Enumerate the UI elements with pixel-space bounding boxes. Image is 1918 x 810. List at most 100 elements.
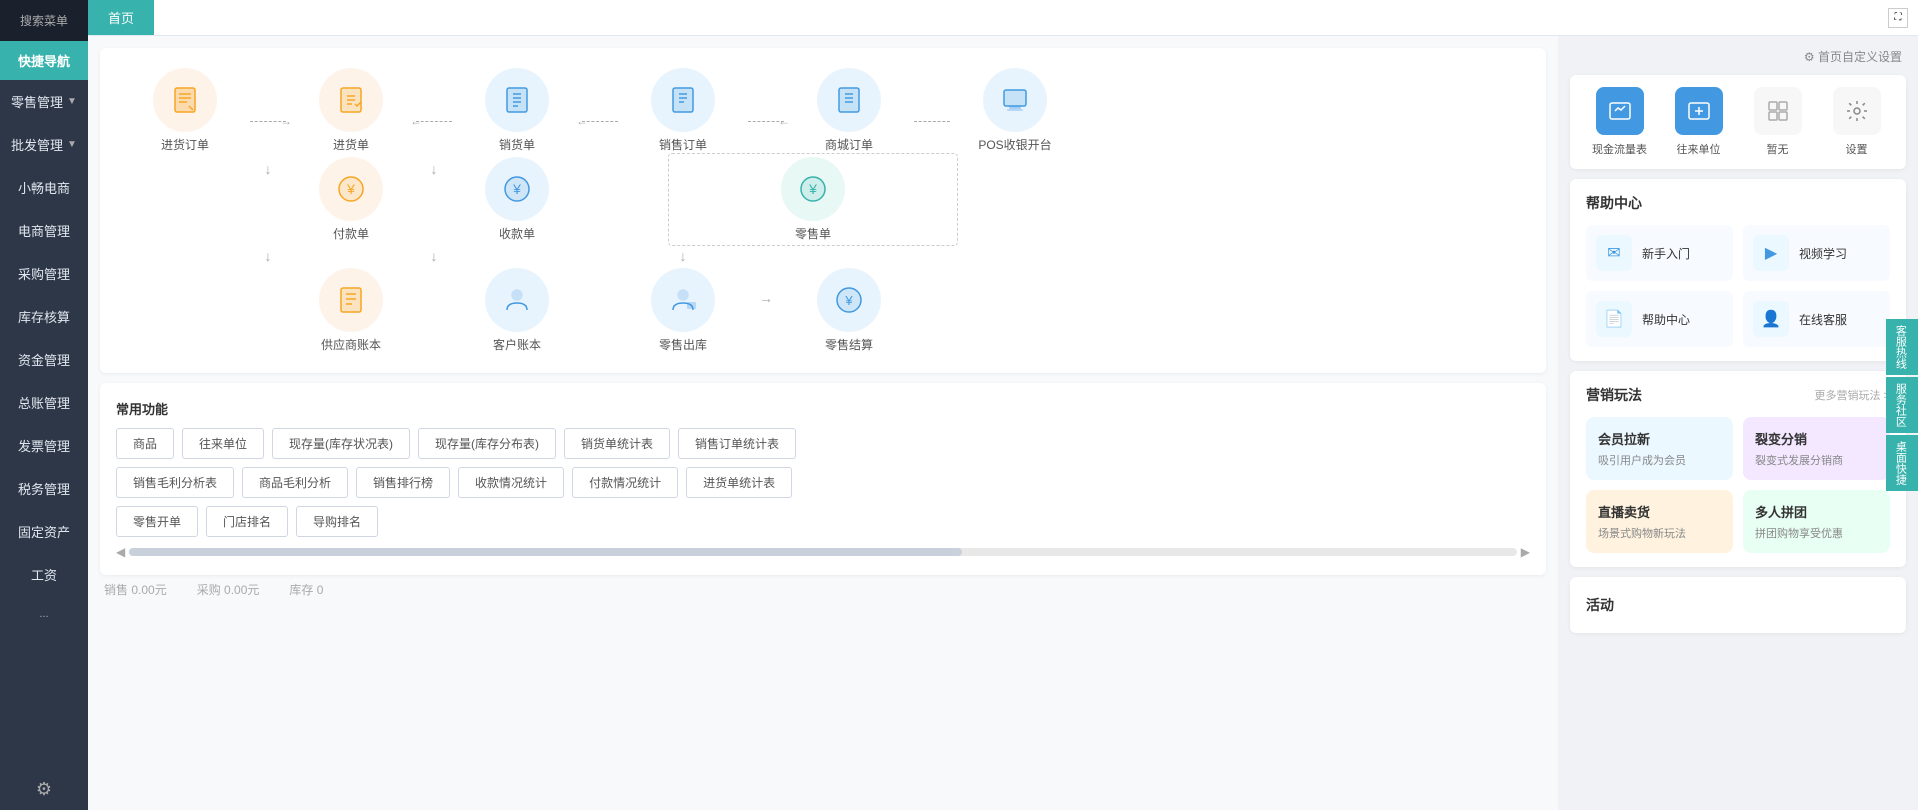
sidebar-item-tax[interactable]: 税务管理 xyxy=(0,467,88,510)
func-btn-order-stat[interactable]: 销售订单统计表 xyxy=(678,428,796,459)
help-label-service: 在线客服 xyxy=(1799,311,1847,328)
scroll-left-arrow[interactable]: ◀ xyxy=(116,545,125,559)
node-icon-supplier-book xyxy=(319,268,383,332)
help-item-beginner[interactable]: ✉ 新手入门 xyxy=(1586,225,1733,281)
flow-node-retail-settle[interactable]: ¥ 零售结算 xyxy=(784,268,914,353)
stat-sales: 销售 0.00元 xyxy=(104,581,167,598)
sidebar-item-more[interactable]: ... xyxy=(0,596,88,632)
sidebar-search[interactable]: 搜索菜单 xyxy=(0,0,88,41)
marketing-item-member[interactable]: 会员拉新 吸引用户成为会员 xyxy=(1586,417,1733,480)
node-label-purchase-slip: 进货单 xyxy=(333,136,369,153)
sidebar-item-purchase[interactable]: 采购管理 xyxy=(0,252,88,295)
help-item-video[interactable]: ▶ 视频学习 xyxy=(1743,225,1890,281)
flow-node-retail-out[interactable]: 零售出库 xyxy=(618,268,748,353)
flow-node-retail-slip[interactable]: ¥ 零售单 xyxy=(748,157,878,242)
flow-node-payment[interactable]: ¥ 付款单 xyxy=(286,157,416,242)
flow-node-purchase-order[interactable]: 进货订单 xyxy=(120,68,250,153)
help-icon-help: 📄 xyxy=(1596,301,1632,337)
marketing-item-fission-title: 裂变分销 xyxy=(1755,429,1878,448)
func-btn-units[interactable]: 往来单位 xyxy=(182,428,264,459)
node-icon-receipt: ¥ xyxy=(485,157,549,221)
func-btn-purchase-stat[interactable]: 进货单统计表 xyxy=(686,467,792,498)
flow-node-pos[interactable]: POS收银开台 xyxy=(950,68,1080,153)
help-item-service[interactable]: 👤 在线客服 xyxy=(1743,291,1890,347)
quick-icon-cashflow[interactable]: 现金流量表 xyxy=(1586,87,1653,157)
node-label-payment: 付款单 xyxy=(333,225,369,242)
marketing-more-link[interactable]: 更多营销玩法 > xyxy=(1815,387,1890,403)
left-panel: 进货订单 → xyxy=(88,36,1558,810)
marketing-item-fission-sub: 裂变式发展分销商 xyxy=(1755,452,1878,468)
quick-icon-settings[interactable]: 设置 xyxy=(1823,87,1890,157)
func-btn-sales-stat[interactable]: 销货单统计表 xyxy=(564,428,670,459)
flow-node-receipt[interactable]: ¥ 收款单 xyxy=(452,157,582,242)
sidebar-quicknav[interactable]: 快捷导航 xyxy=(0,41,88,80)
bottom-stats: 销售 0.00元 采购 0.00元 库存 0 xyxy=(100,575,1546,604)
func-btn-goods[interactable]: 商品 xyxy=(116,428,174,459)
func-btn-sales-rank[interactable]: 销售排行榜 xyxy=(356,467,450,498)
scroll-right-arrow[interactable]: ▶ xyxy=(1521,545,1530,559)
quick-icon-none[interactable]: 暂无 xyxy=(1744,87,1811,157)
cashflow-icon-box xyxy=(1596,87,1644,135)
common-func-title: 常用功能 xyxy=(116,399,1530,418)
quick-icon-partners[interactable]: 往来单位 xyxy=(1665,87,1732,157)
help-item-help[interactable]: 📄 帮助中心 xyxy=(1586,291,1733,347)
sidebar-item-finance[interactable]: 资金管理 xyxy=(0,338,88,381)
help-icon-beginner: ✉ xyxy=(1596,235,1632,271)
none-icon-box xyxy=(1754,87,1802,135)
func-btn-stock2[interactable]: 现存量(库存分布表) xyxy=(418,428,556,459)
help-label-help: 帮助中心 xyxy=(1642,311,1690,328)
node-label-mall-order: 商城订单 xyxy=(825,136,873,153)
flow-node-sales-slip[interactable]: 销货单 xyxy=(452,68,582,153)
scroll-bar[interactable] xyxy=(129,548,1517,556)
sidebar-item-ecom1[interactable]: 小畅电商 xyxy=(0,166,88,209)
help-icon-video: ▶ xyxy=(1753,235,1789,271)
flow-node-sales-order[interactable]: 销售订单 xyxy=(618,68,748,153)
marketing-item-group[interactable]: 多人拼团 拼团购物享受优惠 xyxy=(1743,490,1890,553)
sidebar-item-wholesale[interactable]: 批发管理 ▼ xyxy=(0,123,88,166)
marketing-grid: 会员拉新 吸引用户成为会员 裂变分销 裂变式发展分销商 直播卖货 场景式购物新玩… xyxy=(1586,417,1890,553)
marketing-item-group-title: 多人拼团 xyxy=(1755,502,1878,521)
func-btn-goods-gross[interactable]: 商品毛利分析 xyxy=(242,467,348,498)
func-btn-payment-stat[interactable]: 付款情况统计 xyxy=(572,467,678,498)
node-label-sales-order: 销售订单 xyxy=(659,136,707,153)
arrow-4-3: ← xyxy=(582,99,618,122)
func-btn-stock1[interactable]: 现存量(库存状况表) xyxy=(272,428,410,459)
svg-text:¥: ¥ xyxy=(512,181,521,197)
sidebar-item-ecom2[interactable]: 电商管理 xyxy=(0,209,88,252)
sidebar-item-retail[interactable]: 零售管理 ▼ xyxy=(0,80,88,123)
flow-node-supplier-book[interactable]: 供应商账本 xyxy=(286,268,416,353)
func-btn-guide-rank[interactable]: 导购排名 xyxy=(296,506,378,537)
sidebar-settings-button[interactable]: ⚙ xyxy=(0,769,88,810)
main-area: 首页 ⛶ xyxy=(88,0,1918,810)
quick-icon-cashflow-label: 现金流量表 xyxy=(1592,141,1647,157)
flow-node-customer-book[interactable]: 客户账本 xyxy=(452,268,582,353)
svg-text:¥: ¥ xyxy=(346,181,355,197)
func-btn-store-rank[interactable]: 门店排名 xyxy=(206,506,288,537)
sidebar-item-assets[interactable]: 固定资产 xyxy=(0,510,88,553)
home-customize-btn[interactable]: 首页自定义设置 xyxy=(1570,48,1906,65)
flow-node-mall-order[interactable]: 商城订单 xyxy=(784,68,914,153)
func-btn-gross[interactable]: 销售毛利分析表 xyxy=(116,467,234,498)
help-label-video: 视频学习 xyxy=(1799,245,1847,262)
marketing-item-fission[interactable]: 裂变分销 裂变式发展分销商 xyxy=(1743,417,1890,480)
settings-icon-box xyxy=(1833,87,1881,135)
tab-home[interactable]: 首页 xyxy=(88,0,154,35)
flow-card: 进货订单 → xyxy=(100,48,1546,373)
sidebar-item-inventory[interactable]: 库存核算 xyxy=(0,295,88,338)
sidebar-item-salary[interactable]: 工资 xyxy=(0,553,88,596)
float-btn-desktop[interactable]: 桌面快捷 xyxy=(1886,435,1918,491)
marketing-item-live-sub: 场景式购物新玩法 xyxy=(1598,525,1721,541)
func-btn-receipt-stat[interactable]: 收款情况统计 xyxy=(458,467,564,498)
flow-node-purchase-slip[interactable]: 进货单 xyxy=(286,68,416,153)
marketing-card: 营销玩法 更多营销玩法 > 会员拉新 吸引用户成为会员 裂变分销 裂变式发展分销… xyxy=(1570,371,1906,567)
expand-button[interactable]: ⛶ xyxy=(1888,8,1908,28)
func-btn-retail-order[interactable]: 零售开单 xyxy=(116,506,198,537)
arrow-6-5 xyxy=(914,99,950,122)
activity-title: 活动 xyxy=(1586,591,1890,619)
float-btn-service[interactable]: 客服热线 xyxy=(1886,319,1918,375)
sidebar-item-ledger[interactable]: 总账管理 xyxy=(0,381,88,424)
quick-icon-partners-label: 往来单位 xyxy=(1677,141,1721,157)
marketing-item-live[interactable]: 直播卖货 场景式购物新玩法 xyxy=(1586,490,1733,553)
float-btn-community[interactable]: 服务社区 xyxy=(1886,377,1918,433)
sidebar-item-invoice[interactable]: 发票管理 xyxy=(0,424,88,467)
